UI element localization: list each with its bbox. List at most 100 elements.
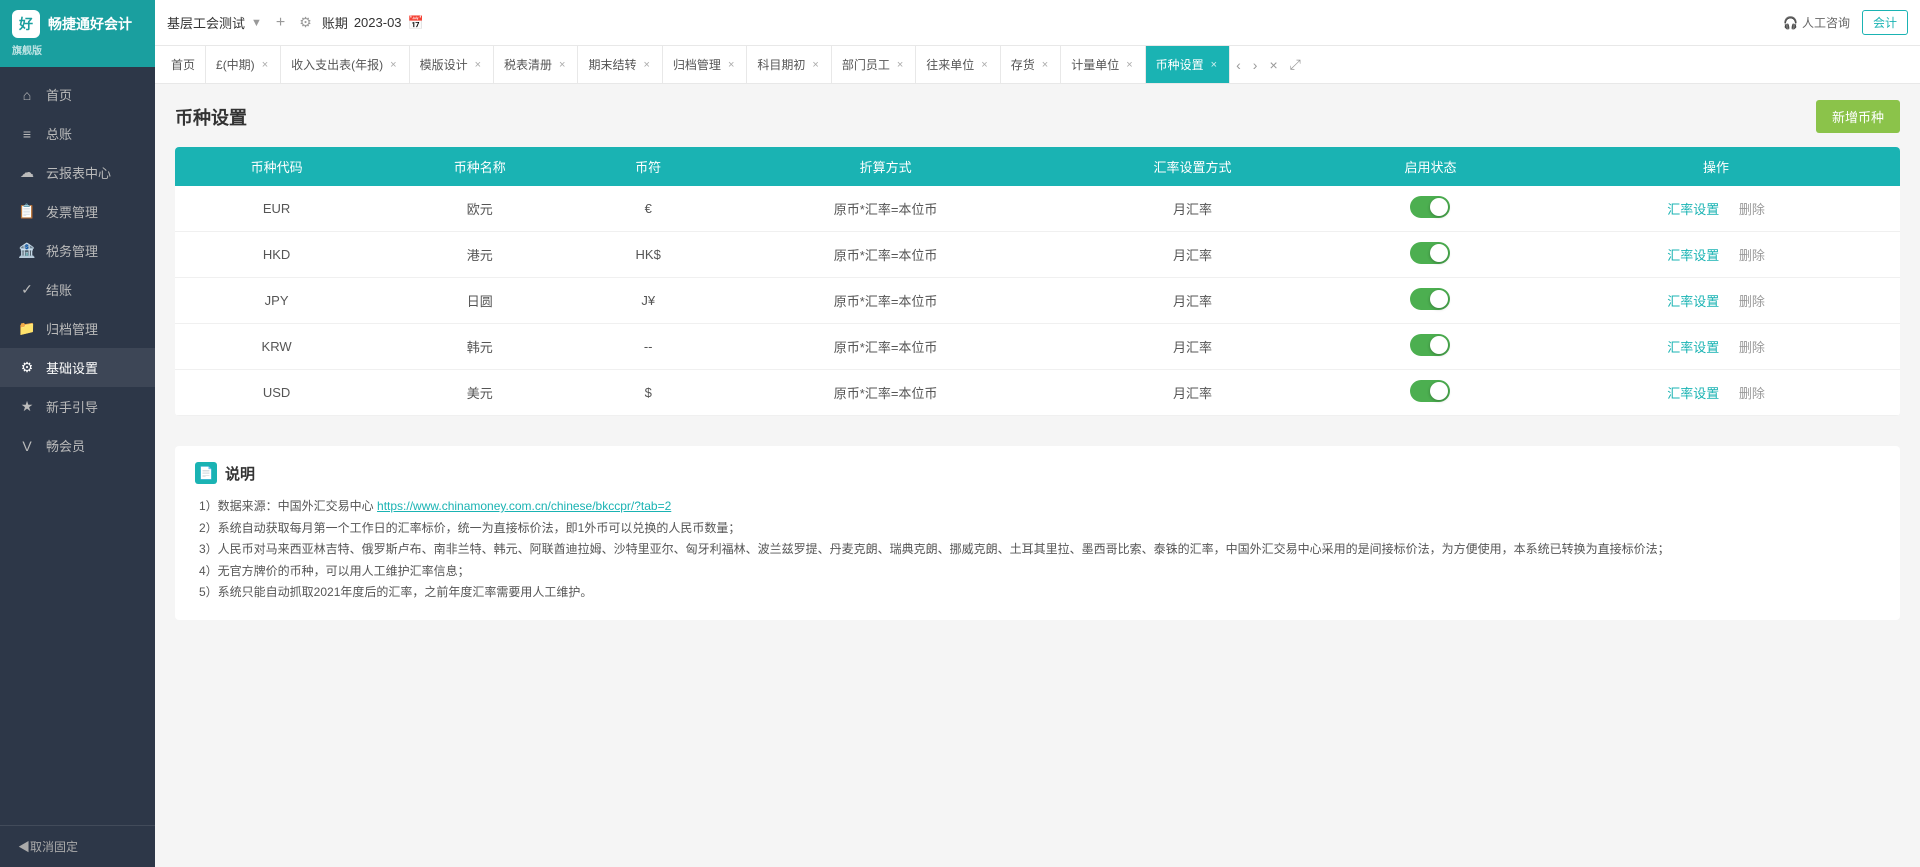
tab-template-label: 模版设计 xyxy=(420,56,468,73)
tab-template[interactable]: 模版设计 × xyxy=(410,46,494,84)
sidebar-item-reports[interactable]: ☁ 云报表中心 xyxy=(0,153,155,192)
sidebar-item-ledger[interactable]: ≡ 总账 xyxy=(0,114,155,153)
delete-link-EUR[interactable]: 删除 xyxy=(1739,202,1765,217)
sidebar-item-settlement[interactable]: ✓ 结账 xyxy=(0,270,155,309)
cell-conversion: 原币*汇率=本位币 xyxy=(715,324,1056,370)
status-toggle-KRW[interactable] xyxy=(1410,334,1450,356)
col-conversion: 折算方式 xyxy=(715,147,1056,186)
sidebar-item-archive[interactable]: 📁 归档管理 xyxy=(0,309,155,348)
tab-close-all-button[interactable]: × xyxy=(1263,57,1283,73)
tab-archive-mgmt-close[interactable]: × xyxy=(726,58,736,72)
col-rate-type: 汇率设置方式 xyxy=(1056,147,1329,186)
rate-setting-link-EUR[interactable]: 汇率设置 xyxy=(1667,202,1719,217)
delete-link-JPY[interactable]: 删除 xyxy=(1739,294,1765,309)
tab-tax-clear-close[interactable]: × xyxy=(557,58,567,72)
tab-home[interactable]: 首页 xyxy=(161,46,206,84)
home-icon: ⌂ xyxy=(18,87,36,103)
cell-name: 日圆 xyxy=(378,278,581,324)
rate-setting-link-JPY[interactable]: 汇率设置 xyxy=(1667,294,1719,309)
sidebar-item-member[interactable]: V 畅会员 xyxy=(0,426,155,465)
sidebar-item-invoice[interactable]: 📋 发票管理 xyxy=(0,192,155,231)
table-row: EUR 欧元 € 原币*汇率=本位币 月汇率 汇率设置 删除 xyxy=(175,186,1900,232)
tab-template-close[interactable]: × xyxy=(473,58,483,72)
sidebar-item-home[interactable]: ⌂ 首页 xyxy=(0,75,155,114)
sidebar: 好 畅捷通好会计 旗舰版 ⌂ 首页 ≡ 总账 ☁ 云报表中心 📋 发票管理 🏦 … xyxy=(0,0,155,867)
header-right: 🎧 人工咨询 会计 xyxy=(1783,10,1908,35)
cell-symbol: $ xyxy=(581,370,715,416)
tab-next-button[interactable]: › xyxy=(1247,57,1264,73)
settings-icon: ⚙ xyxy=(18,359,36,376)
cell-rate-type: 月汇率 xyxy=(1056,370,1329,416)
delete-link-KRW[interactable]: 删除 xyxy=(1739,340,1765,355)
rate-setting-link-KRW[interactable]: 汇率设置 xyxy=(1667,340,1719,355)
cell-rate-type: 月汇率 xyxy=(1056,278,1329,324)
page-content: 币种设置 新增币种 币种代码 币种名称 币符 折算方式 汇率设置方式 启用状态 … xyxy=(155,84,1920,867)
tab-dept-close[interactable]: × xyxy=(895,58,905,72)
cell-symbol: J¥ xyxy=(581,278,715,324)
cell-conversion: 原币*汇率=本位币 xyxy=(715,370,1056,416)
cell-code: JPY xyxy=(175,278,378,324)
delete-link-USD[interactable]: 删除 xyxy=(1739,386,1765,401)
tab-subject[interactable]: 科目期初 × xyxy=(747,46,831,84)
tab-tax-clear[interactable]: 税表清册 × xyxy=(494,46,578,84)
status-toggle-HKD[interactable] xyxy=(1410,242,1450,264)
tab-partner-label: 往来单位 xyxy=(926,56,974,73)
tab-partner-close[interactable]: × xyxy=(979,58,989,72)
sidebar-item-settings[interactable]: ⚙ 基础设置 xyxy=(0,348,155,387)
tab-period-close[interactable]: × xyxy=(260,58,270,72)
note-link[interactable]: https://www.chinamoney.com.cn/chinese/bk… xyxy=(377,499,671,513)
tab-currency-label: 币种设置 xyxy=(1156,56,1204,73)
help-button[interactable]: 🎧 人工咨询 xyxy=(1783,14,1850,31)
company-selector[interactable]: 基层工会测试 ▼ xyxy=(167,13,262,32)
tab-expand-button[interactable]: ⤢ xyxy=(1284,56,1307,73)
status-toggle-JPY[interactable] xyxy=(1410,288,1450,310)
rate-setting-link-USD[interactable]: 汇率设置 xyxy=(1667,386,1719,401)
tab-period-end-close[interactable]: × xyxy=(641,58,651,72)
period-value: 2023-03 xyxy=(354,15,402,30)
tab-partner[interactable]: 往来单位 × xyxy=(916,46,1000,84)
status-toggle-EUR[interactable] xyxy=(1410,196,1450,218)
note-icon: 📄 xyxy=(195,462,217,484)
calendar-icon[interactable]: 📅 xyxy=(408,15,424,31)
tab-subject-close[interactable]: × xyxy=(810,58,820,72)
delete-link-HKD[interactable]: 删除 xyxy=(1739,248,1765,263)
add-tab-button[interactable]: + xyxy=(272,14,289,32)
cell-status xyxy=(1329,232,1532,278)
col-action: 操作 xyxy=(1532,147,1900,186)
table-row: JPY 日圆 J¥ 原币*汇率=本位币 月汇率 汇率设置 删除 xyxy=(175,278,1900,324)
tab-period-end[interactable]: 期末结转 × xyxy=(578,46,662,84)
tab-inventory[interactable]: 存货 × xyxy=(1001,46,1061,84)
sidebar-logo: 好 畅捷通好会计 旗舰版 xyxy=(0,0,155,67)
tab-inventory-close[interactable]: × xyxy=(1040,58,1050,72)
status-toggle-USD[interactable] xyxy=(1410,380,1450,402)
top-header: 基层工会测试 ▼ + ⚙ 账期 2023-03 📅 🎧 人工咨询 会计 xyxy=(155,0,1920,46)
cell-name: 韩元 xyxy=(378,324,581,370)
note-list: 1）数据来源：中国外汇交易中心 https://www.chinamoney.c… xyxy=(195,496,1880,604)
tab-period[interactable]: £(中期) × xyxy=(206,46,281,84)
tab-unit[interactable]: 计量单位 × xyxy=(1061,46,1145,84)
cell-code: EUR xyxy=(175,186,378,232)
tab-income-close[interactable]: × xyxy=(388,58,398,72)
rate-setting-link-HKD[interactable]: 汇率设置 xyxy=(1667,248,1719,263)
sidebar-item-guide[interactable]: ★ 新手引导 xyxy=(0,387,155,426)
account-button[interactable]: 会计 xyxy=(1862,10,1908,35)
sidebar-item-member-label: 畅会员 xyxy=(46,436,85,455)
tab-prev-button[interactable]: ‹ xyxy=(1230,57,1247,73)
tab-currency[interactable]: 币种设置 × xyxy=(1146,46,1230,84)
sidebar-pin-toggle[interactable]: ◀取消固定 xyxy=(0,825,155,867)
tab-period-label: £(中期) xyxy=(216,56,255,73)
header-settings-icon[interactable]: ⚙ xyxy=(299,14,312,31)
tab-unit-close[interactable]: × xyxy=(1124,58,1134,72)
tab-archive-mgmt[interactable]: 归档管理 × xyxy=(663,46,747,84)
tab-dept[interactable]: 部门员工 × xyxy=(832,46,916,84)
tab-currency-close[interactable]: × xyxy=(1209,58,1219,72)
tab-tax-clear-label: 税表清册 xyxy=(504,56,552,73)
note-item: 5）系统只能自动抓取2021年度后的汇率，之前年度汇率需要用人工维护。 xyxy=(195,582,1880,604)
note-item: 3）人民币对马来西亚林吉特、俄罗斯卢布、南非兰特、韩元、阿联酋迪拉姆、沙特里亚尔… xyxy=(195,539,1880,561)
tax-icon: 🏦 xyxy=(18,242,36,259)
sidebar-item-tax[interactable]: 🏦 税务管理 xyxy=(0,231,155,270)
cell-action: 汇率设置 删除 xyxy=(1532,324,1900,370)
tab-unit-label: 计量单位 xyxy=(1071,56,1119,73)
tab-income[interactable]: 收入支出表(年报) × xyxy=(281,46,409,84)
new-currency-button[interactable]: 新增币种 xyxy=(1816,100,1900,133)
